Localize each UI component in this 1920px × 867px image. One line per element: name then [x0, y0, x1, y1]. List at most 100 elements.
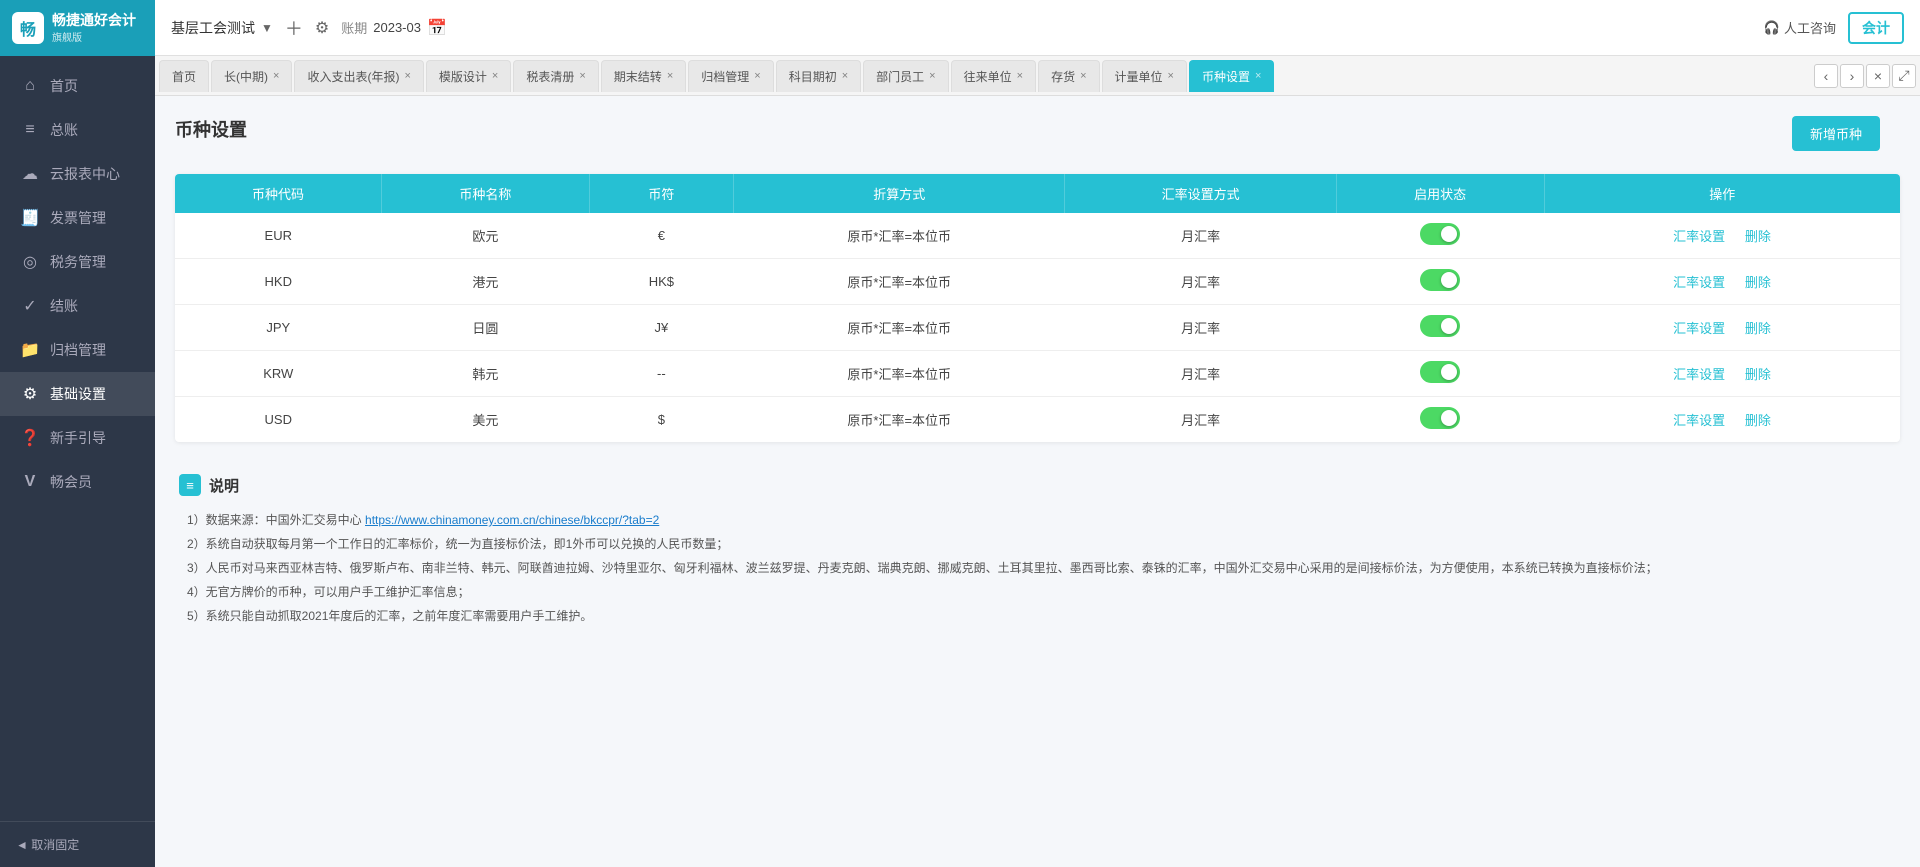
sidebar-label-member: 畅会员 — [50, 472, 92, 492]
tab-currency[interactable]: 币种设置 × — [1189, 60, 1274, 92]
tab-close-contacts[interactable]: × — [1017, 70, 1023, 82]
calendar-icon[interactable]: 📅 — [427, 18, 447, 38]
tab-subject-initial[interactable]: 科目期初 × — [776, 60, 861, 92]
cell-rate-type-2: 月汇率 — [1065, 305, 1336, 351]
tab-label-annual-report: 收入支出表(年报) — [307, 68, 399, 85]
notes-item: 5）系统只能自动抓取2021年度后的汇率，之前年度汇率需要用户手工维护。 — [179, 604, 1896, 628]
cell-code-0: EUR — [175, 213, 382, 259]
sidebar-item-guide[interactable]: ❓ 新手引导 — [0, 416, 155, 460]
sidebar: 畅 畅捷通好会计 旗舰版 ⌂ 首页 ≡ 总账 ☁ 云报表中心 🧾 发票管理 ◎ … — [0, 0, 155, 867]
tab-medium-term[interactable]: 长(中期) × — [211, 60, 292, 92]
period-value: 2023-03 — [373, 20, 421, 35]
tab-close-archive[interactable]: × — [754, 70, 760, 82]
rate-setting-link-3[interactable]: 汇率设置 — [1673, 367, 1725, 382]
rate-setting-link-1[interactable]: 汇率设置 — [1673, 275, 1725, 290]
cell-symbol-0: € — [589, 213, 733, 259]
sidebar-label-archive: 归档管理 — [50, 340, 106, 360]
table-row: EUR 欧元 € 原币*汇率=本位币 月汇率 汇率设置 删除 — [175, 213, 1900, 259]
cell-status-0 — [1336, 213, 1544, 259]
tab-close-tax-list[interactable]: × — [579, 70, 585, 82]
cell-symbol-3: -- — [589, 351, 733, 397]
tab-close-period-transfer[interactable]: × — [667, 70, 673, 82]
tab-home[interactable]: 首页 — [159, 60, 209, 92]
toggle-enabled-1[interactable] — [1420, 269, 1460, 291]
sidebar-label-tax: 税务管理 — [50, 252, 106, 272]
help-button[interactable]: 🎧 人工咨询 — [1764, 18, 1836, 37]
tab-archive[interactable]: 归档管理 × — [688, 60, 773, 92]
topbar-action-settings[interactable]: ⚙ — [315, 18, 329, 38]
toggle-enabled-3[interactable] — [1420, 361, 1460, 383]
notes-title-row: ≡ 说明 — [179, 474, 1896, 496]
tab-close-inventory[interactable]: × — [1080, 70, 1086, 82]
sidebar-item-closing[interactable]: ✓ 结账 — [0, 284, 155, 328]
tab-unit[interactable]: 计量单位 × — [1102, 60, 1187, 92]
tab-prev-button[interactable]: ‹ — [1814, 64, 1838, 88]
tab-close-annual-report[interactable]: × — [404, 70, 410, 82]
tab-expand-button[interactable]: ⤢ — [1892, 64, 1916, 88]
tab-next-button[interactable]: › — [1840, 64, 1864, 88]
sidebar-item-ledger[interactable]: ≡ 总账 — [0, 108, 155, 152]
main-area: 基层工会测试 ▼ ＋ ⚙ 账期 2023-03 📅 🎧 人工咨询 会计 首页 — [155, 0, 1920, 867]
tab-close-medium-term[interactable]: × — [273, 70, 279, 82]
cell-status-2 — [1336, 305, 1544, 351]
rate-setting-link-2[interactable]: 汇率设置 — [1673, 321, 1725, 336]
sidebar-pin-toggle[interactable]: ◄ 取消固定 — [0, 821, 155, 867]
cell-calc-3: 原币*汇率=本位币 — [733, 351, 1065, 397]
tab-label-home: 首页 — [172, 68, 196, 85]
cell-code-4: USD — [175, 397, 382, 443]
toggle-enabled-0[interactable] — [1420, 223, 1460, 245]
tab-close-template-design[interactable]: × — [492, 70, 498, 82]
delete-link-1[interactable]: 删除 — [1745, 275, 1771, 290]
project-selector[interactable]: 基层工会测试 ▼ — [171, 18, 273, 38]
tab-label-department: 部门员工 — [876, 68, 924, 85]
sidebar-item-tax[interactable]: ◎ 税务管理 — [0, 240, 155, 284]
tab-close-currency[interactable]: × — [1255, 70, 1261, 82]
project-chevron-icon: ▼ — [261, 21, 273, 35]
rate-setting-link-0[interactable]: 汇率设置 — [1673, 229, 1725, 244]
tab-period-transfer[interactable]: 期末结转 × — [601, 60, 686, 92]
tab-department[interactable]: 部门员工 × — [863, 60, 948, 92]
sidebar-item-reports[interactable]: ☁ 云报表中心 — [0, 152, 155, 196]
tab-label-inventory: 存货 — [1051, 68, 1075, 85]
tab-tax-list[interactable]: 税表清册 × — [513, 60, 598, 92]
tab-close-all-button[interactable]: × — [1866, 64, 1890, 88]
toggle-enabled-4[interactable] — [1420, 407, 1460, 429]
sidebar-label-home: 首页 — [50, 76, 78, 96]
tab-annual-report[interactable]: 收入支出表(年报) × — [294, 60, 423, 92]
topbar-action-add[interactable]: ＋ — [285, 15, 303, 41]
sidebar-item-member[interactable]: V 畅会员 — [0, 460, 155, 504]
delete-link-0[interactable]: 删除 — [1745, 229, 1771, 244]
tab-contacts[interactable]: 往来单位 × — [951, 60, 1036, 92]
notes-title-text: 说明 — [209, 475, 239, 496]
delete-link-4[interactable]: 删除 — [1745, 413, 1771, 428]
tab-template-design[interactable]: 模版设计 × — [426, 60, 511, 92]
delete-link-2[interactable]: 删除 — [1745, 321, 1771, 336]
notes-item: 4）无官方牌价的币种，可以用户手工维护汇率信息； — [179, 580, 1896, 604]
rate-setting-link-4[interactable]: 汇率设置 — [1673, 413, 1725, 428]
sidebar-item-settings[interactable]: ⚙ 基础设置 — [0, 372, 155, 416]
logo-text-group: 畅捷通好会计 旗舰版 — [52, 12, 136, 44]
col-header-calc: 折算方式 — [733, 174, 1065, 213]
sidebar-item-archive[interactable]: 📁 归档管理 — [0, 328, 155, 372]
app-logo: 畅 畅捷通好会计 旗舰版 — [0, 0, 155, 56]
cell-name-3: 韩元 — [382, 351, 590, 397]
delete-link-3[interactable]: 删除 — [1745, 367, 1771, 382]
tab-close-department[interactable]: × — [929, 70, 935, 82]
closing-icon: ✓ — [20, 296, 40, 316]
col-header-name: 币种名称 — [382, 174, 590, 213]
cell-actions-2: 汇率设置 删除 — [1544, 305, 1900, 351]
tab-inventory[interactable]: 存货 × — [1038, 60, 1099, 92]
notes-item: 1）数据来源：中国外汇交易中心 https://www.chinamoney.c… — [179, 508, 1896, 532]
notes-link[interactable]: https://www.chinamoney.com.cn/chinese/bk… — [365, 513, 659, 527]
sidebar-item-invoice[interactable]: 🧾 发票管理 — [0, 196, 155, 240]
tab-close-subject-initial[interactable]: × — [842, 70, 848, 82]
settings-icon: ⚙ — [20, 384, 40, 404]
new-currency-button[interactable]: 新增币种 — [1792, 116, 1880, 151]
table-row: JPY 日圆 J¥ 原币*汇率=本位币 月汇率 汇率设置 删除 — [175, 305, 1900, 351]
tab-close-unit[interactable]: × — [1168, 70, 1174, 82]
toggle-enabled-2[interactable] — [1420, 315, 1460, 337]
cell-calc-4: 原币*汇率=本位币 — [733, 397, 1065, 443]
sidebar-item-home[interactable]: ⌂ 首页 — [0, 64, 155, 108]
kuaiji-button[interactable]: 会计 — [1848, 12, 1904, 44]
app-edition: 旗舰版 — [52, 29, 136, 44]
